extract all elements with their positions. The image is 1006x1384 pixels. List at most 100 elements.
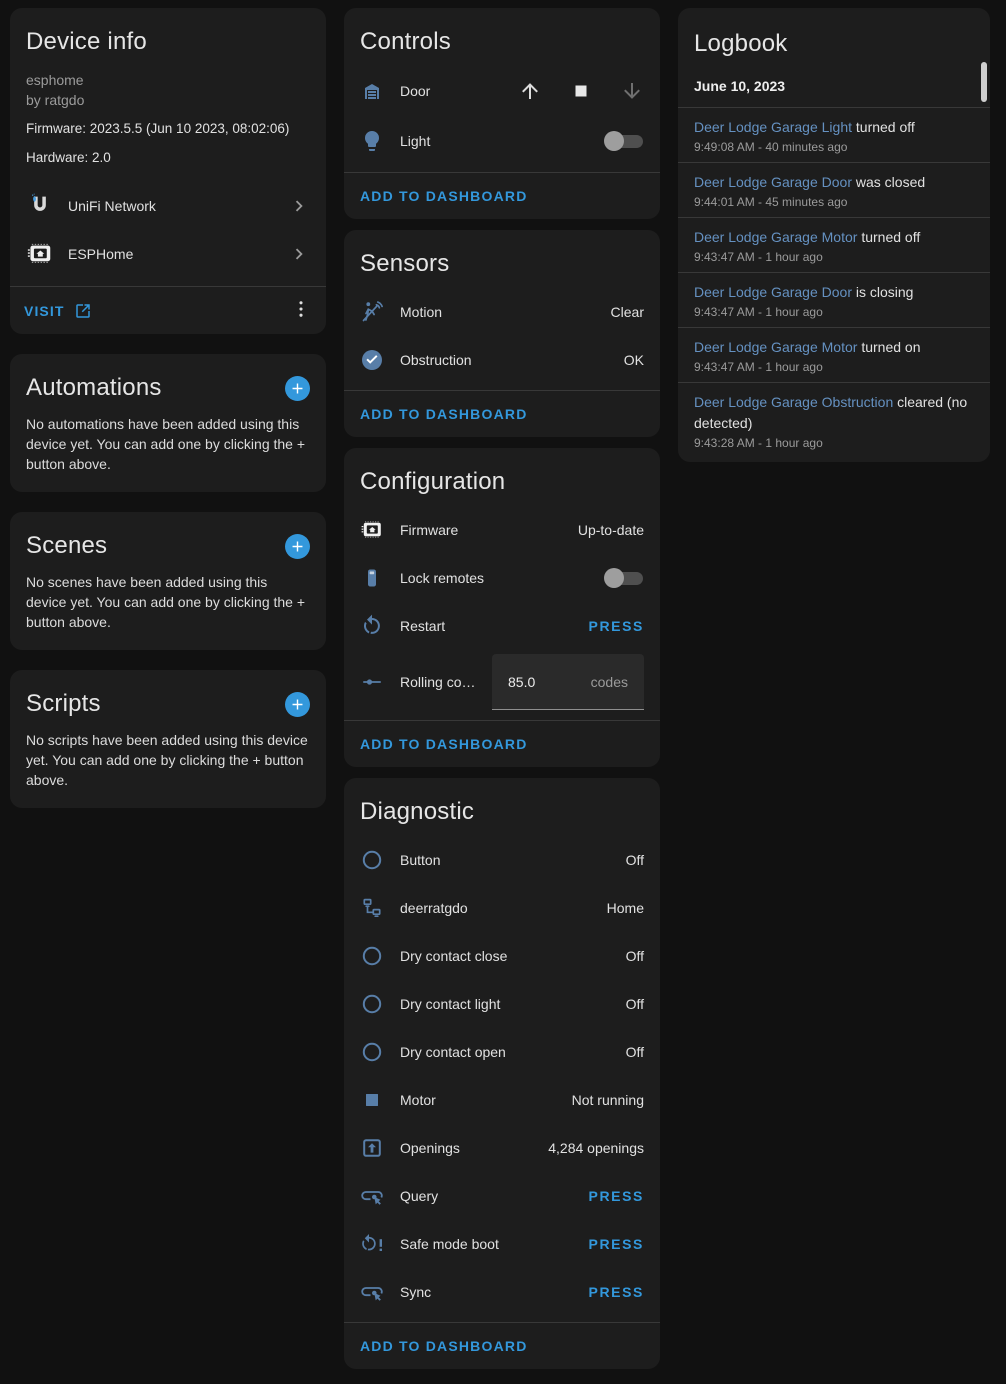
check-circle-icon	[360, 348, 384, 372]
tap-button-icon	[360, 1280, 384, 1304]
device-subtitle: esphome by ratgdo	[26, 70, 310, 110]
external-link-icon	[74, 302, 92, 320]
card-title: Automations	[26, 374, 162, 401]
input-value: 85.0	[508, 673, 536, 690]
logbook-message: Deer Lodge Garage Motor turned off	[694, 227, 974, 248]
door-row[interactable]: Door	[344, 66, 660, 116]
rolling-co-input[interactable]: 85.0 codes	[492, 654, 644, 710]
open-door-button[interactable]	[518, 79, 542, 103]
visit-label: VISIT	[24, 302, 65, 319]
row-label: Firmware	[400, 522, 459, 538]
query-press-button[interactable]: PRESS	[589, 1188, 644, 1204]
diagnostic-card: Diagnostic Button Off deerratgdo Home Dry con…	[344, 778, 660, 1369]
logbook-scrollbar[interactable]	[981, 62, 987, 102]
add-to-dashboard-button[interactable]: ADD TO DASHBOARD	[344, 172, 660, 219]
row-label: Motion	[400, 304, 443, 320]
chevron-right-icon	[288, 243, 310, 265]
motion-sensor-icon	[360, 300, 384, 324]
logbook-entry: Deer Lodge Garage Door was closed 9:44:01…	[678, 163, 990, 218]
stop-door-button[interactable]	[569, 79, 593, 103]
network-icon	[360, 896, 384, 920]
row-label: Query	[400, 1188, 439, 1204]
logbook-entry: Deer Lodge Garage Obstruction cleared (n…	[678, 383, 990, 458]
logbook-message: Deer Lodge Garage Light turned off	[694, 117, 974, 138]
row-value: Off	[625, 948, 644, 964]
entity-link[interactable]: Deer Lodge Garage Motor	[694, 229, 857, 245]
rolling-co-row[interactable]: Rolling co… 85.0 codes	[344, 650, 660, 714]
visit-button[interactable]: VISIT	[24, 302, 92, 320]
entity-link[interactable]: Deer Lodge Garage Door	[694, 174, 852, 190]
firmware-row[interactable]: Firmware Up-to-date	[344, 506, 660, 554]
device-name: esphome	[26, 72, 84, 88]
openings-row[interactable]: Openings 4,284 openings	[344, 1124, 660, 1172]
motion-row[interactable]: Motion Clear	[344, 288, 660, 336]
row-label: Motor	[400, 1092, 436, 1108]
hardware-line: Hardware: 2.0	[26, 150, 111, 165]
restart-row[interactable]: Restart PRESS	[344, 602, 660, 650]
restart-press-button[interactable]: PRESS	[589, 618, 644, 634]
dry-contact-open-row[interactable]: Dry contact open Off	[344, 1028, 660, 1076]
lock-remotes-row[interactable]: Lock remotes	[344, 554, 660, 602]
obstruction-row[interactable]: Obstruction OK	[344, 336, 660, 384]
right-column: Logbook June 10, 2023 Deer Lodge Garage …	[678, 8, 990, 482]
light-toggle[interactable]	[604, 131, 644, 151]
empty-message: No automations have been added using thi…	[26, 416, 306, 472]
motor-row[interactable]: Motor Not running	[344, 1076, 660, 1124]
light-row[interactable]: Light	[344, 116, 660, 166]
add-to-dashboard-button[interactable]: ADD TO DASHBOARD	[344, 390, 660, 437]
row-label: Obstruction	[400, 352, 472, 368]
row-label: Button	[400, 852, 441, 868]
logbook-action: turned on	[861, 339, 921, 355]
row-label: Safe mode boot	[400, 1236, 499, 1252]
logbook-action: is closing	[855, 284, 914, 300]
entity-link[interactable]: Deer Lodge Garage Obstruction	[694, 394, 893, 410]
query-row[interactable]: Query PRESS	[344, 1172, 660, 1220]
add-automations-button[interactable]	[285, 375, 310, 401]
integration-item-esphome[interactable]: ESPHome	[10, 230, 326, 278]
logbook-timestamp: 9:43:47 AM - 1 hour ago	[694, 250, 823, 264]
lock-remotes-toggle[interactable]	[604, 568, 644, 588]
logbook-action: turned off	[861, 229, 921, 245]
dry-contact-close-row[interactable]: Dry contact close Off	[344, 932, 660, 980]
controls-card: Controls Door Light ADD TO DASHBOARD	[344, 8, 660, 219]
add-scenes-button[interactable]	[285, 533, 310, 559]
safe-mode-boot-press-button[interactable]: PRESS	[589, 1236, 644, 1252]
add-scripts-button[interactable]	[285, 691, 310, 717]
safe-mode-boot-row[interactable]: Safe mode boot PRESS	[344, 1220, 660, 1268]
logbook-date-header: June 10, 2023	[678, 66, 990, 108]
firmware-line: Firmware: 2023.5.5 (Jun 10 2023, 08:02:0…	[26, 121, 290, 136]
entity-link[interactable]: Deer Lodge Garage Door	[694, 284, 852, 300]
deerratgdo-row[interactable]: deerratgdo Home	[344, 884, 660, 932]
button-row[interactable]: Button Off	[344, 836, 660, 884]
row-value: 4,284 openings	[548, 1140, 644, 1156]
row-label: Dry contact light	[400, 996, 501, 1012]
restart-icon	[360, 614, 384, 638]
entity-link[interactable]: Deer Lodge Garage Light	[694, 119, 852, 135]
sync-press-button[interactable]: PRESS	[589, 1284, 644, 1300]
add-to-dashboard-button[interactable]: ADD TO DASHBOARD	[344, 1322, 660, 1369]
entity-link[interactable]: Deer Lodge Garage Motor	[694, 339, 857, 355]
circle-outline-icon	[360, 992, 384, 1016]
row-value: OK	[623, 352, 644, 368]
logbook-timestamp: 9:49:08 AM - 40 minutes ago	[694, 140, 848, 154]
cover-controls	[518, 79, 644, 103]
left-column: Device info esphome by ratgdo Firmware: …	[10, 8, 326, 828]
add-to-dashboard-button[interactable]: ADD TO DASHBOARD	[344, 720, 660, 767]
integration-item-unifi-network[interactable]: UniFi Network	[10, 182, 326, 230]
logbook-entry: Deer Lodge Garage Motor turned on 9:43:47…	[678, 328, 990, 383]
sync-row[interactable]: Sync PRESS	[344, 1268, 660, 1316]
dry-contact-light-row[interactable]: Dry contact light Off	[344, 980, 660, 1028]
scenes-card: Scenes No scenes have been added using th…	[10, 512, 326, 650]
close-door-button[interactable]	[620, 79, 644, 103]
dots-vertical-icon	[290, 298, 312, 320]
middle-column: Controls Door Light ADD TO DASHBOARD Sensors…	[344, 8, 660, 1380]
row-label: Dry contact close	[400, 948, 508, 964]
square-icon	[360, 1088, 384, 1112]
chevron-right-icon	[288, 195, 310, 217]
scripts-card: Scripts No scripts have been added using …	[10, 670, 326, 808]
row-value: Clear	[610, 304, 644, 320]
overflow-menu-button[interactable]	[290, 298, 312, 323]
integration-label: UniFi Network	[68, 198, 156, 214]
input-suffix: codes	[590, 673, 628, 690]
logbook-timestamp: 9:44:01 AM - 45 minutes ago	[694, 195, 848, 209]
